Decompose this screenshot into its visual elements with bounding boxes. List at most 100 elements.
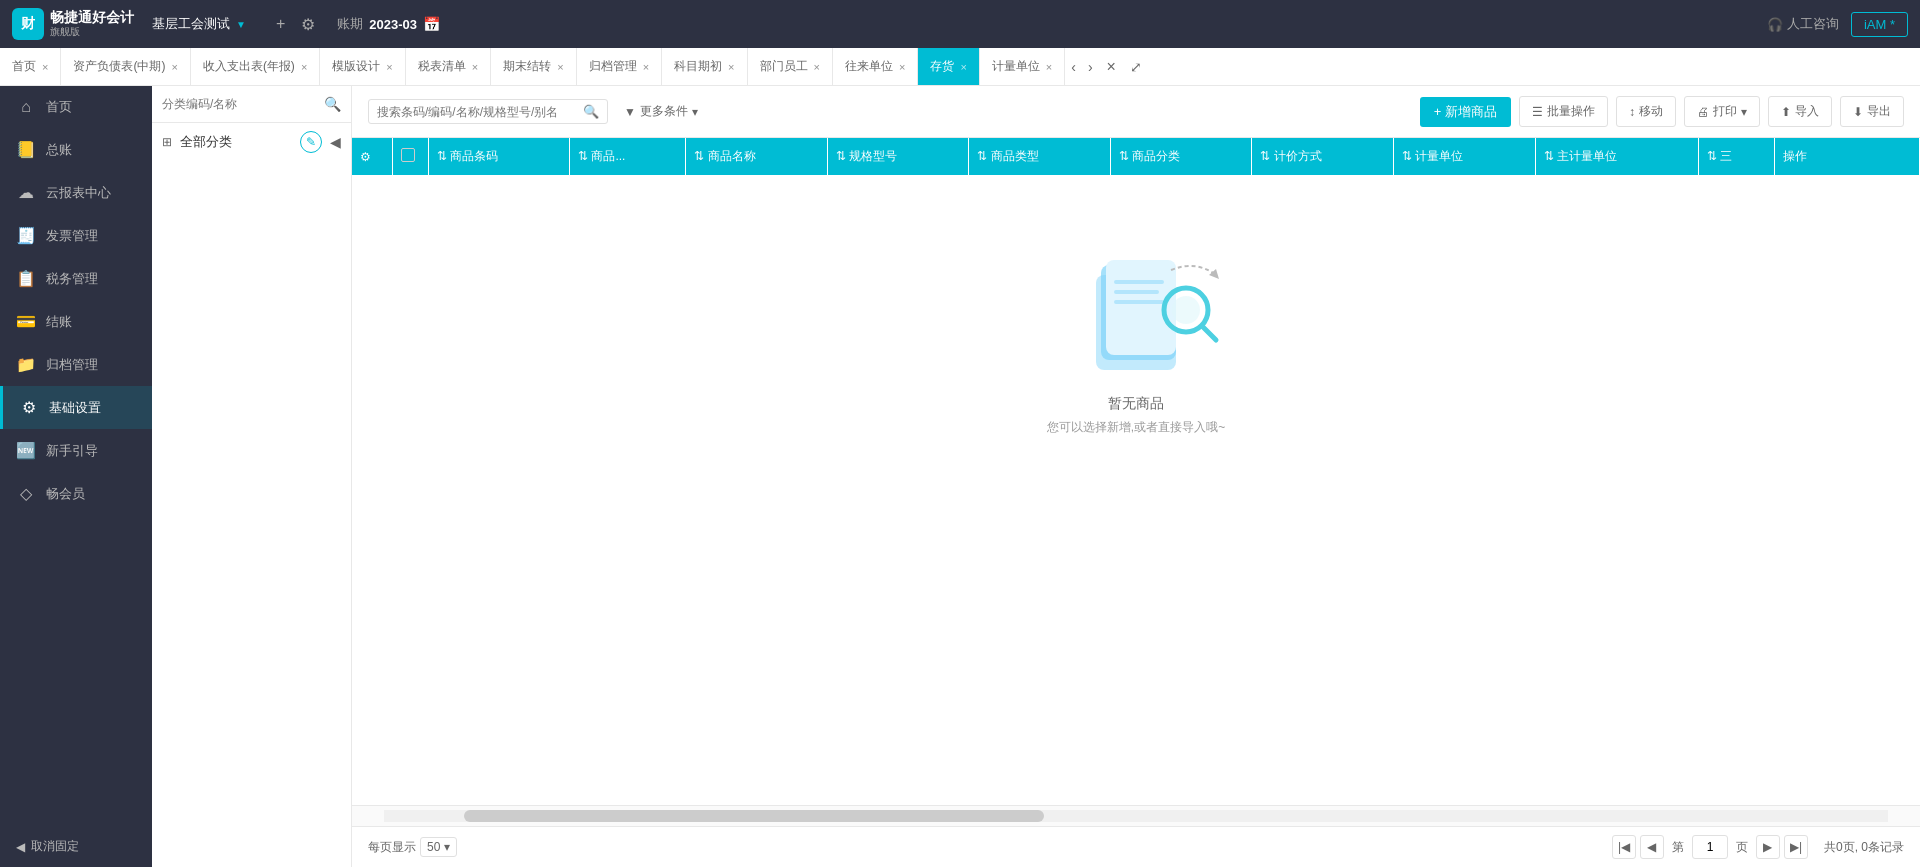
tab-prev-button[interactable]: ‹ <box>1065 48 1082 85</box>
tab-balance[interactable]: 资产负债表(中期) × <box>61 48 190 85</box>
export-button[interactable]: ⬇ 导出 <box>1840 96 1904 127</box>
horizontal-scrollbar-area <box>352 805 1920 826</box>
th-name: ⇅ 商品名称 <box>686 138 828 175</box>
tab-tax-close[interactable]: × <box>472 61 478 73</box>
move-button[interactable]: ↕ 移动 <box>1616 96 1676 127</box>
tab-tax[interactable]: 税表清单 × <box>406 48 491 85</box>
sidebar-item-invoice[interactable]: 🧾 发票管理 <box>0 214 152 257</box>
sidebar-item-guide[interactable]: 🆕 新手引导 <box>0 429 152 472</box>
tab-template[interactable]: 模版设计 × <box>320 48 405 85</box>
tab-income-close[interactable]: × <box>301 61 307 73</box>
tab-expand-button[interactable]: ⤢ <box>1124 59 1148 75</box>
category-search-input[interactable] <box>162 97 318 111</box>
horizontal-scrollbar[interactable] <box>384 810 1888 822</box>
product-search-input[interactable] <box>377 105 577 119</box>
page-last-button[interactable]: ▶| <box>1784 835 1808 859</box>
sidebar-item-tax[interactable]: 📋 税务管理 <box>0 257 152 300</box>
tab-home[interactable]: 首页 × <box>0 48 61 85</box>
tab-inventory-close[interactable]: × <box>960 61 966 73</box>
tab-period-end[interactable]: 期末结转 × <box>491 48 576 85</box>
gear-icon[interactable]: ⚙ <box>360 150 371 164</box>
print-icon: 🖨 <box>1697 105 1709 119</box>
page-next-button[interactable]: ▶ <box>1756 835 1780 859</box>
tab-period-end-label: 期末结转 <box>503 58 551 75</box>
sidebar-item-checkout-label: 结账 <box>46 313 72 331</box>
consult-button[interactable]: 🎧 人工咨询 <box>1767 15 1839 33</box>
svg-rect-3 <box>1114 280 1164 284</box>
category-collapse-button[interactable]: ◀ <box>330 134 341 150</box>
guide-icon: 🆕 <box>16 441 36 460</box>
tab-home-close[interactable]: × <box>42 61 48 73</box>
tab-unit[interactable]: 计量单位 × <box>980 48 1065 85</box>
per-page-value: 50 <box>427 840 440 854</box>
tab-template-close[interactable]: × <box>386 61 392 73</box>
tab-inventory[interactable]: 存货 × <box>918 48 979 85</box>
more-conditions-button[interactable]: ▼ 更多条件 ▾ <box>616 99 706 124</box>
import-button[interactable]: ⬆ 导入 <box>1768 96 1832 127</box>
tab-dept-close[interactable]: × <box>814 61 820 73</box>
page-label: 第 <box>1672 839 1684 856</box>
sidebar-item-home[interactable]: ⌂ 首页 <box>0 86 152 128</box>
page-input[interactable] <box>1692 835 1728 859</box>
th-unit: ⇅ 计量单位 <box>1394 138 1536 175</box>
table-container: ⚙ ⇅ 商品条码 <box>352 138 1920 805</box>
tab-vendor-close[interactable]: × <box>899 61 905 73</box>
th-checkbox[interactable] <box>392 138 428 175</box>
per-page-dropdown[interactable]: 50 ▾ <box>420 837 457 857</box>
batch-ops-button[interactable]: ☰ 批量操作 <box>1519 96 1608 127</box>
tab-template-label: 模版设计 <box>332 58 380 75</box>
sidebar-item-checkout[interactable]: 💳 结账 <box>0 300 152 343</box>
settings-button[interactable]: ⚙ <box>297 11 319 38</box>
th-main-unit: ⇅ 主计量单位 <box>1535 138 1698 175</box>
th-spec: ⇅ 规格型号 <box>827 138 969 175</box>
grid-icon: ⊞ <box>162 135 172 149</box>
sidebar-item-basic-settings[interactable]: ⚙ 基础设置 <box>0 386 152 429</box>
category-edit-button[interactable]: ✎ <box>300 131 322 153</box>
empty-illustration <box>1076 255 1196 375</box>
tab-next-button[interactable]: › <box>1082 48 1099 85</box>
th-code-label: ⇅ 商品... <box>578 148 625 165</box>
tab-unit-label: 计量单位 <box>992 58 1040 75</box>
export-label: 导出 <box>1867 103 1891 120</box>
tab-balance-close[interactable]: × <box>171 61 177 73</box>
product-search-icon[interactable]: 🔍 <box>583 104 599 119</box>
scrollbar-thumb[interactable] <box>464 810 1044 822</box>
page-prev-button[interactable]: ◀ <box>1640 835 1664 859</box>
tab-income-label: 收入支出表(年报) <box>203 58 295 75</box>
period-value: 2023-03 <box>369 17 417 32</box>
calendar-icon[interactable]: 📅 <box>423 16 440 32</box>
th-unit-label: ⇅ 计量单位 <box>1402 148 1463 165</box>
add-product-button[interactable]: + 新增商品 <box>1420 97 1511 127</box>
move-icon: ↕ <box>1629 105 1635 119</box>
tab-income[interactable]: 收入支出表(年报) × <box>191 48 320 85</box>
header-checkbox[interactable] <box>401 148 415 162</box>
add-tab-button[interactable]: + <box>272 11 289 37</box>
th-setting[interactable]: ⚙ <box>352 138 392 175</box>
th-col3: ⇅ 三 <box>1698 138 1775 175</box>
tab-subject[interactable]: 科目期初 × <box>662 48 747 85</box>
print-button[interactable]: 🖨 打印 ▾ <box>1684 96 1760 127</box>
cancel-pin-label: 取消固定 <box>31 838 79 855</box>
tab-subject-close[interactable]: × <box>728 61 734 73</box>
cancel-pin-button[interactable]: ◀ 取消固定 <box>0 826 152 867</box>
category-search-icon[interactable]: 🔍 <box>324 96 341 112</box>
account-button[interactable]: iAM * <box>1851 12 1908 37</box>
pagination-bar: 每页显示 50 ▾ |◀ ◀ 第 页 ▶ ▶| 共0页, 0条记录 <box>352 826 1920 867</box>
main-layout: ⌂ 首页 📒 总账 ☁ 云报表中心 🧾 发票管理 📋 税务管理 💳 结账 📁 归… <box>0 86 1920 867</box>
tab-archive[interactable]: 归档管理 × <box>577 48 662 85</box>
page-first-button[interactable]: |◀ <box>1612 835 1636 859</box>
tab-dept[interactable]: 部门员工 × <box>748 48 833 85</box>
company-selector[interactable]: 基层工会测试 ▼ <box>144 11 254 37</box>
sidebar-item-archive[interactable]: 📁 归档管理 <box>0 343 152 386</box>
content-area: 🔍 ⊞ 全部分类 ✎ ◀ 🔍 ▼ 更多条件 ▾ <box>152 86 1920 867</box>
sidebar-item-reports[interactable]: ☁ 云报表中心 <box>0 171 152 214</box>
th-col3-label: ⇅ 三 <box>1707 148 1732 165</box>
tab-archive-close[interactable]: × <box>643 61 649 73</box>
tab-vendor[interactable]: 往来单位 × <box>833 48 918 85</box>
sidebar-item-archive-label: 归档管理 <box>46 356 98 374</box>
tab-unit-close[interactable]: × <box>1046 61 1052 73</box>
sidebar-item-member[interactable]: ◇ 畅会员 <box>0 472 152 515</box>
tab-period-end-close[interactable]: × <box>557 61 563 73</box>
tab-close-all-button[interactable]: × <box>1099 58 1124 76</box>
sidebar-item-ledger[interactable]: 📒 总账 <box>0 128 152 171</box>
